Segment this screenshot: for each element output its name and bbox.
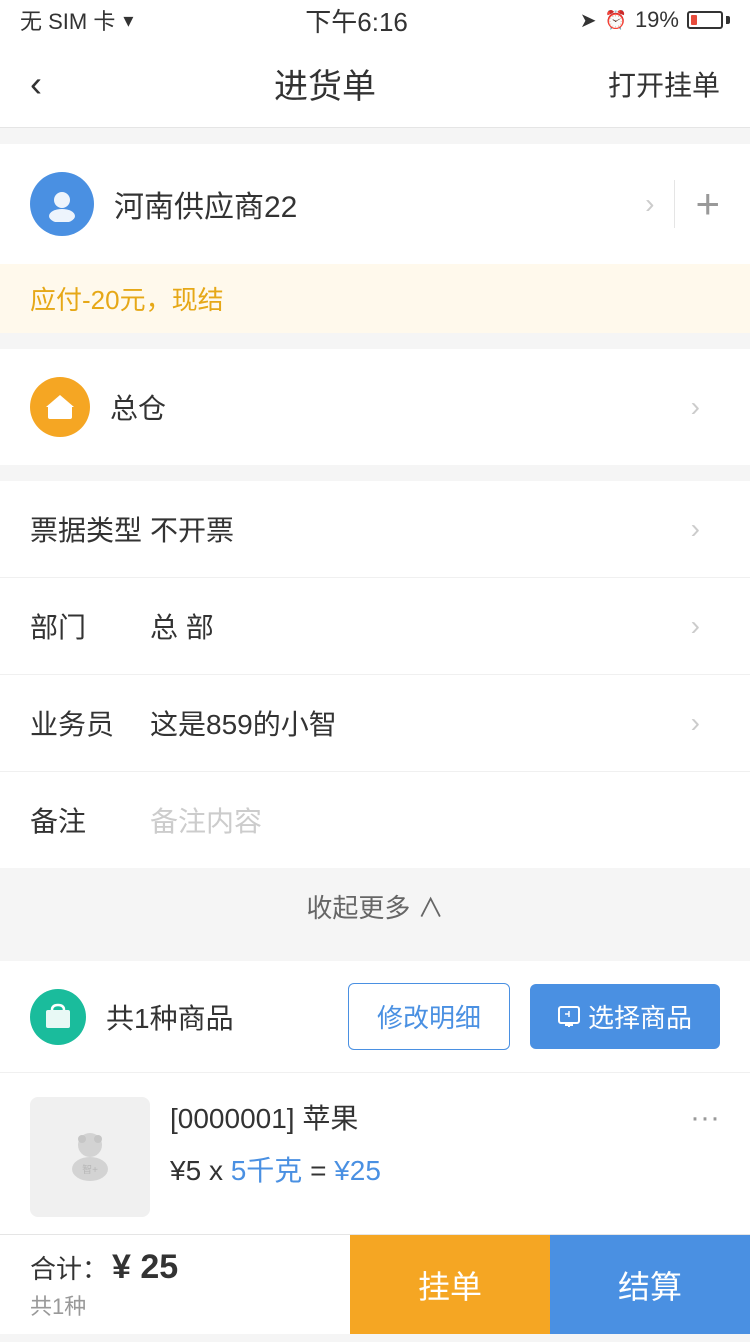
- warehouse-icon: [30, 377, 90, 437]
- notes-row[interactable]: 备注 备注内容: [0, 771, 750, 868]
- product-price: ¥5 x 5千克 = ¥25: [170, 1149, 670, 1189]
- supplier-row[interactable]: 河南供应商22 › +: [0, 144, 750, 264]
- divider-4: [0, 945, 750, 961]
- total-amount: ¥ 25: [112, 1248, 178, 1287]
- products-section: 共1种商品 修改明细 选择商品 智+ [000: [0, 961, 750, 1242]
- status-time: 下午6:16: [305, 2, 408, 39]
- salesperson-row[interactable]: 业务员 这是859的小智 ›: [0, 674, 750, 771]
- warehouse-chevron-icon: ›: [691, 391, 700, 423]
- bottom-bar: 合计： ¥ 25 共1种 挂单 结算: [0, 1234, 750, 1334]
- divider-2: [0, 333, 750, 349]
- department-row[interactable]: 部门 总 部 ›: [0, 577, 750, 674]
- svg-text:智+: 智+: [82, 1163, 98, 1176]
- notes-label: 备注: [30, 800, 150, 840]
- battery-icon: [687, 11, 730, 29]
- supplier-name: 河南供应商22: [114, 182, 645, 226]
- salesperson-chevron-icon: ›: [691, 707, 700, 739]
- edit-detail-button[interactable]: 修改明细: [348, 983, 510, 1050]
- wifi-icon: ▾: [123, 8, 133, 33]
- supplier-notice: 应付-20元，现结: [0, 264, 750, 333]
- invoice-chevron-icon: ›: [691, 513, 700, 545]
- carrier-text: 无 SIM 卡: [20, 4, 115, 36]
- collapse-button[interactable]: 收起更多 ∧: [0, 868, 750, 945]
- divider-1: [0, 128, 750, 144]
- checkout-button[interactable]: 结算: [550, 1235, 750, 1334]
- salesperson-value: 这是859的小智: [150, 703, 691, 743]
- chevron-right-icon: ›: [645, 188, 654, 220]
- checkout-label: 结算: [618, 1262, 682, 1308]
- product-thumbnail: 智+: [30, 1097, 150, 1217]
- warehouse-section: 总仓 ›: [0, 349, 750, 465]
- total-label: 合计：: [30, 1249, 108, 1286]
- notes-placeholder: 备注内容: [150, 800, 720, 840]
- add-supplier-button[interactable]: +: [674, 180, 720, 228]
- select-product-label: 选择商品: [588, 998, 692, 1035]
- department-label: 部门: [30, 606, 150, 646]
- alarm-icon: ⏰: [605, 10, 627, 31]
- products-icon: [30, 989, 86, 1045]
- product-name: [0000001] 苹果: [170, 1097, 670, 1137]
- location-icon: ➤: [580, 8, 597, 33]
- hang-button[interactable]: 挂单: [350, 1235, 550, 1334]
- total-section: 合计： ¥ 25 共1种: [0, 1235, 350, 1334]
- products-header: 共1种商品 修改明细 选择商品: [0, 961, 750, 1073]
- salesperson-label: 业务员: [30, 703, 150, 743]
- product-info: [0000001] 苹果 ¥5 x 5千克 = ¥25: [170, 1097, 670, 1189]
- supplier-avatar: [30, 172, 94, 236]
- hang-label: 挂单: [418, 1262, 482, 1308]
- divider-3: [0, 465, 750, 481]
- total-count: 共1种: [30, 1289, 320, 1321]
- product-more-button[interactable]: ···: [690, 1097, 720, 1135]
- nav-bar: ‹ 进货单 打开挂单: [0, 40, 750, 128]
- warehouse-row[interactable]: 总仓 ›: [0, 349, 750, 465]
- warehouse-name: 总仓: [110, 387, 691, 427]
- department-value: 总 部: [150, 606, 691, 646]
- back-button[interactable]: ‹: [30, 63, 42, 105]
- invoice-type-label: 票据类型: [30, 509, 150, 549]
- battery-percent: 19%: [635, 7, 679, 33]
- invoice-type-value: 不开票: [150, 509, 691, 549]
- status-bar: 无 SIM 卡 ▾ 下午6:16 ➤ ⏰ 19%: [0, 0, 750, 40]
- products-count: 共1种商品: [106, 997, 328, 1037]
- status-left: 无 SIM 卡 ▾: [20, 4, 133, 36]
- page-title: 进货单: [274, 59, 376, 108]
- invoice-type-row[interactable]: 票据类型 不开票 ›: [0, 481, 750, 577]
- supplier-section: 河南供应商22 › + 应付-20元，现结: [0, 144, 750, 333]
- department-chevron-icon: ›: [691, 610, 700, 642]
- status-right: ➤ ⏰ 19%: [580, 7, 730, 33]
- open-hang-button[interactable]: 打开挂单: [608, 64, 720, 104]
- product-item: 智+ [0000001] 苹果 ¥5 x 5千克 = ¥25 ···: [0, 1073, 750, 1242]
- form-section: 票据类型 不开票 › 部门 总 部 › 业务员 这是859的小智 › 备注 备注…: [0, 481, 750, 868]
- select-product-button[interactable]: 选择商品: [530, 984, 720, 1049]
